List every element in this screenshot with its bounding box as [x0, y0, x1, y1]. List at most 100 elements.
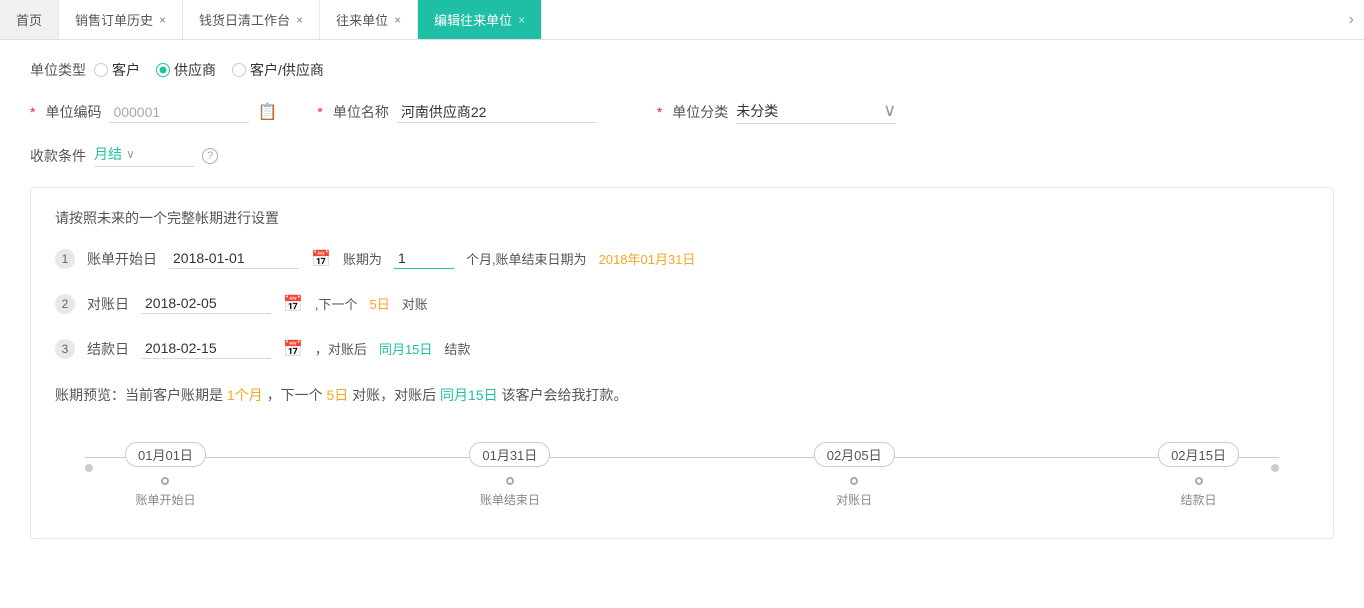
timeline-label-0: 账单开始日 [135, 491, 195, 508]
unit-category-star: * [657, 104, 662, 120]
payment-condition-arrow-icon: ∨ [126, 147, 135, 161]
billing-period-card: 请按照未来的一个完整帐期进行设置 1 账单开始日 📅 账期为 个月,账单结束日期… [30, 187, 1334, 539]
close-cash-work-icon[interactable]: × [296, 13, 303, 27]
step-2-calendar-icon[interactable]: 📅 [283, 294, 303, 314]
unit-category-label: 单位分类 [672, 102, 728, 122]
radio-customer-label: 客户 [112, 60, 140, 80]
tab-cash-work-label: 钱货日清工作台 [199, 10, 290, 29]
tab-edit-partner[interactable]: 编辑往来单位 × [418, 0, 542, 39]
step-3-row: 3 结款日 📅 ，对账后 同月15日 结款 [55, 338, 1309, 359]
unit-code-star: * [30, 104, 35, 120]
step-3-date-input[interactable] [141, 338, 271, 359]
step-2-num: 2 [55, 294, 75, 314]
radio-both[interactable]: 客户/供应商 [232, 60, 324, 80]
step-1-row: 1 账单开始日 📅 账期为 个月,账单结束日期为 2018年01月31日 [55, 248, 1309, 269]
unit-name-input[interactable] [397, 102, 597, 123]
timeline-item-2: 02月05日 对账日 [814, 442, 895, 508]
timeline-start-dot [85, 464, 93, 472]
step-1-period-label: 账期为 [343, 249, 382, 268]
payment-condition-value: 月结 [94, 144, 122, 164]
unit-code-input[interactable] [109, 102, 249, 123]
timeline: 01月01日 账单开始日 01月31日 账单结束日 02月05日 对账日 02月… [55, 432, 1309, 518]
tab-sales-order[interactable]: 销售订单历史 × [59, 0, 183, 39]
step-1-num: 1 [55, 249, 75, 269]
tab-edit-partner-label: 编辑往来单位 [434, 10, 512, 29]
tab-partner-unit[interactable]: 往来单位 × [320, 0, 418, 39]
tab-home[interactable]: 首页 [0, 0, 59, 39]
step-1-period-unit: 个月,账单结束日期为 [466, 249, 587, 268]
unit-code-label: 单位编码 [45, 102, 101, 122]
timeline-end-dot [1271, 464, 1279, 472]
step-3-calendar-icon[interactable]: 📅 [283, 339, 303, 359]
unit-category-dropdown-icon: ∨ [883, 100, 896, 121]
close-partner-unit-icon[interactable]: × [394, 13, 401, 27]
timeline-badge-1: 01月31日 [469, 442, 550, 467]
unit-category-field: * 单位分类 未分类 ∨ [657, 100, 896, 124]
timeline-item-3: 02月15日 结款日 [1158, 442, 1239, 508]
radio-supplier[interactable]: 供应商 [156, 60, 216, 80]
tab-home-label: 首页 [16, 10, 42, 29]
step-2-date-input[interactable] [141, 293, 271, 314]
timeline-item-0: 01月01日 账单开始日 [125, 442, 206, 508]
card-hint: 请按照未来的一个完整帐期进行设置 [55, 208, 1309, 228]
close-edit-partner-icon[interactable]: × [518, 13, 525, 27]
payment-condition-help-icon[interactable]: ? [202, 148, 218, 164]
unit-category-select[interactable]: 未分类 ∨ [736, 100, 896, 124]
tab-cash-work[interactable]: 钱货日清工作台 × [183, 0, 320, 39]
payment-condition-select[interactable]: 月结 ∨ [94, 144, 194, 167]
radio-customer-circle [94, 63, 108, 77]
timeline-dot-3 [1195, 477, 1203, 485]
unit-type-field: 单位类型 客户 供应商 客户/供应商 [30, 60, 324, 80]
unit-type-label: 单位类型 [30, 60, 86, 80]
timeline-dot-0 [161, 477, 169, 485]
tab-partner-unit-label: 往来单位 [336, 10, 388, 29]
step-1-period-input[interactable] [394, 248, 454, 269]
step-3-num: 3 [55, 339, 75, 359]
timeline-badge-2: 02月05日 [814, 442, 895, 467]
preview-payment-suffix: 该客户会给我打款。 [502, 387, 628, 403]
step-2-row: 2 对账日 📅 ,下一个 5日 对账 [55, 293, 1309, 314]
radio-supplier-circle [156, 63, 170, 77]
preview-reconcile-suffix: 对账，对账后 [352, 387, 436, 403]
step-2-desc-prefix: ,下一个 [315, 294, 358, 313]
step-1-date-input[interactable] [169, 248, 299, 269]
close-sales-order-icon[interactable]: × [159, 13, 166, 27]
timeline-dot-1 [506, 477, 514, 485]
step-1-label: 账单开始日 [87, 249, 157, 269]
unit-info-row: * 单位编码 📋 * 单位名称 * 单位分类 未分类 ∨ [30, 100, 1334, 124]
radio-both-label: 客户/供应商 [250, 60, 324, 80]
step-3-highlight: 同月15日 [379, 339, 432, 358]
unit-name-star: * [317, 104, 322, 120]
step-3-desc-suffix: 结款 [444, 339, 470, 358]
tab-scroll-right[interactable]: › [1339, 0, 1364, 39]
preview-comma: ，下一个 [267, 387, 323, 403]
payment-condition-label: 收款条件 [30, 146, 86, 166]
step-1-calendar-icon[interactable]: 📅 [311, 249, 331, 269]
step-3-desc-prefix: ，对账后 [315, 339, 367, 358]
unit-code-icon[interactable]: 📋 [257, 102, 277, 122]
unit-code-field: * 单位编码 📋 [30, 102, 277, 123]
step-2-highlight: 5日 [370, 294, 390, 313]
timeline-label-2: 对账日 [836, 491, 872, 508]
step-1-period-end: 2018年01月31日 [599, 249, 696, 268]
radio-supplier-label: 供应商 [174, 60, 216, 80]
timeline-label-1: 账单结束日 [480, 491, 540, 508]
tab-bar: 首页 销售订单历史 × 钱货日清工作台 × 往来单位 × 编辑往来单位 × › [0, 0, 1364, 40]
preview-reconcile-date: 5日 [326, 387, 348, 403]
unit-name-label: 单位名称 [333, 102, 389, 122]
radio-both-circle [232, 63, 246, 77]
payment-condition-row: 收款条件 月结 ∨ ? [30, 144, 1334, 167]
timeline-items: 01月01日 账单开始日 01月31日 账单结束日 02月05日 对账日 02月… [85, 442, 1279, 508]
preview-text: 账期预览：当前客户账期是 1个月 ，下一个 5日 对账，对账后 同月15日 该客… [55, 383, 1309, 408]
timeline-dot-2 [850, 477, 858, 485]
unit-type-row: 单位类型 客户 供应商 客户/供应商 [30, 60, 1334, 80]
timeline-label-3: 结款日 [1181, 491, 1217, 508]
radio-customer[interactable]: 客户 [94, 60, 140, 80]
timeline-badge-0: 01月01日 [125, 442, 206, 467]
timeline-item-1: 01月31日 账单结束日 [469, 442, 550, 508]
preview-prefix: 账期预览：当前客户账期是 [55, 387, 223, 403]
tab-sales-order-label: 销售订单历史 [75, 10, 153, 29]
unit-type-radio-group: 客户 供应商 客户/供应商 [94, 60, 324, 80]
unit-name-field: * 单位名称 [317, 102, 596, 123]
preview-payment-date: 同月15日 [440, 387, 498, 403]
